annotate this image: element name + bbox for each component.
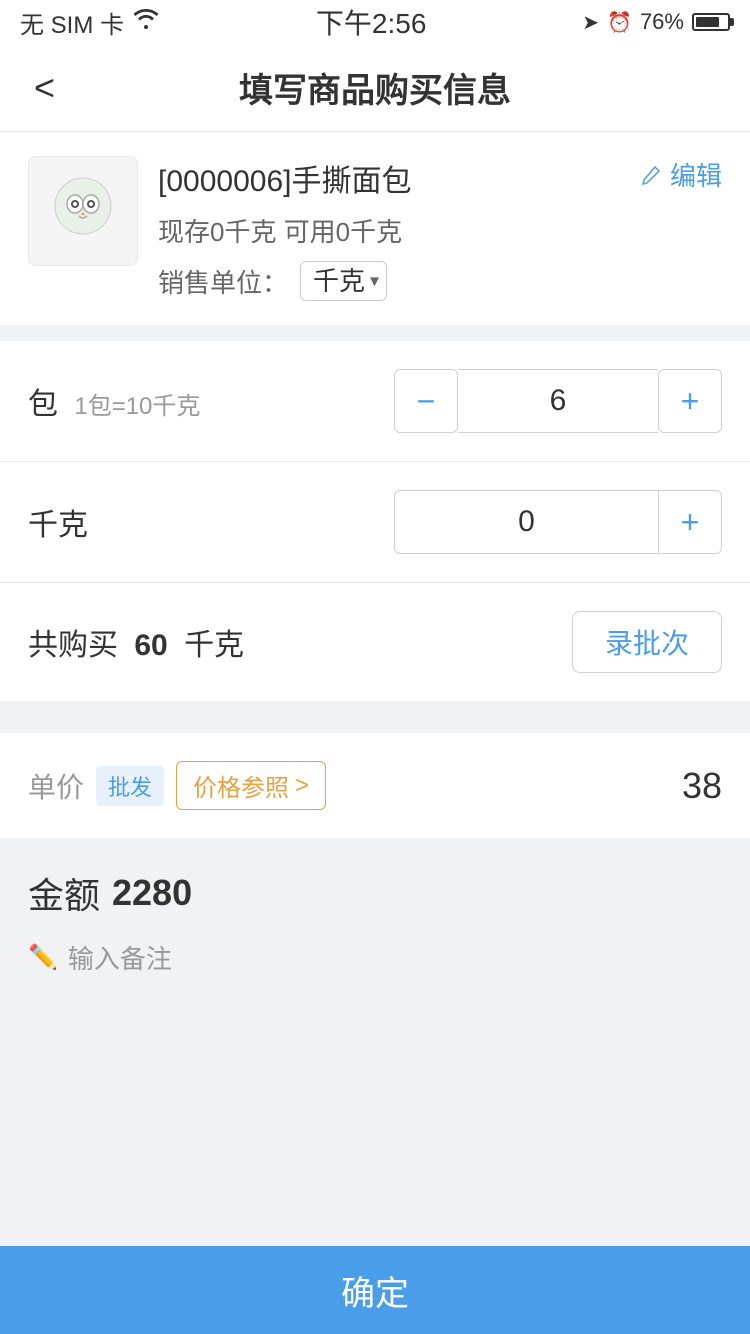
pao-stepper: − + bbox=[394, 369, 722, 433]
kg-stepper: + bbox=[394, 490, 722, 554]
product-thumbnail bbox=[28, 156, 138, 266]
amount-row: 金额 2280 bbox=[28, 867, 722, 919]
confirm-label: 确定 bbox=[341, 1266, 409, 1315]
pao-input[interactable] bbox=[458, 369, 658, 433]
spacer bbox=[0, 988, 750, 1288]
kg-increment-button[interactable]: + bbox=[658, 490, 722, 554]
status-right: ➤ ⏰ 76% bbox=[582, 9, 730, 35]
product-info: [0000006]手撕面包 编辑 现存0千克 可用0千克 销售单位： 千克 包 bbox=[158, 156, 722, 301]
edit-button[interactable]: 编辑 bbox=[640, 156, 722, 193]
pao-increment-button[interactable]: + bbox=[658, 369, 722, 433]
pencil-icon: ✏️ bbox=[28, 943, 58, 972]
product-unit-row: 销售单位： 千克 包 bbox=[158, 261, 722, 301]
alarm-icon: ⏰ bbox=[607, 10, 632, 35]
remark-label: 输入备注 bbox=[68, 939, 172, 976]
amount-section: 金额 2280 ✏️ 输入备注 bbox=[0, 839, 750, 988]
kg-label: 千克 bbox=[28, 500, 394, 544]
price-ref-button[interactable]: 价格参照 > bbox=[176, 761, 326, 810]
product-thumb-icon bbox=[53, 176, 113, 246]
pao-row: 包 1包=10千克 − + bbox=[0, 341, 750, 462]
carrier-label: 无 SIM 卡 bbox=[20, 5, 124, 40]
battery-percent: 76% bbox=[640, 9, 684, 35]
status-time: 下午2:56 bbox=[316, 2, 427, 42]
price-section: 单价 批发 价格参照 > 38 bbox=[0, 733, 750, 839]
unit-select-wrap[interactable]: 千克 包 bbox=[300, 261, 387, 301]
price-label: 单价 bbox=[28, 766, 84, 806]
kg-input[interactable] bbox=[394, 490, 658, 554]
price-value: 38 bbox=[682, 765, 722, 807]
back-button[interactable]: < bbox=[24, 57, 65, 119]
batch-button[interactable]: 录批次 bbox=[572, 611, 722, 673]
total-row: 共购买 60 千克 录批次 bbox=[0, 583, 750, 701]
product-stock: 现存0千克 可用0千克 bbox=[158, 212, 722, 249]
kg-row: 千克 + bbox=[0, 462, 750, 583]
price-badge: 批发 bbox=[96, 766, 164, 806]
status-bar: 无 SIM 卡 下午2:56 ➤ ⏰ 76% bbox=[0, 0, 750, 44]
pao-label: 包 1包=10千克 bbox=[28, 379, 394, 423]
unit-select[interactable]: 千克 包 bbox=[300, 261, 387, 301]
total-label: 共购买 60 千克 bbox=[28, 620, 244, 664]
price-row: 单价 批发 价格参照 > 38 bbox=[0, 733, 750, 839]
divider-1 bbox=[0, 701, 750, 717]
remark-row[interactable]: ✏️ 输入备注 bbox=[28, 939, 722, 976]
pao-decrement-button[interactable]: − bbox=[394, 369, 458, 433]
pao-hint: 1包=10千克 bbox=[74, 393, 200, 420]
confirm-button[interactable]: 确定 bbox=[0, 1246, 750, 1334]
location-icon: ➤ bbox=[582, 10, 599, 35]
nav-bar: < 填写商品购买信息 bbox=[0, 44, 750, 132]
page-title: 填写商品购买信息 bbox=[239, 63, 511, 112]
unit-label: 销售单位： bbox=[158, 263, 288, 300]
product-name: [0000006]手撕面包 bbox=[158, 156, 640, 200]
wifi-icon bbox=[132, 8, 160, 36]
input-section: 包 1包=10千克 − + 千克 + bbox=[0, 341, 750, 583]
amount-label: 金额 bbox=[28, 867, 100, 919]
product-card: [0000006]手撕面包 编辑 现存0千克 可用0千克 销售单位： 千克 包 bbox=[0, 132, 750, 325]
battery-icon bbox=[692, 13, 730, 31]
amount-value: 2280 bbox=[112, 872, 192, 914]
status-left: 无 SIM 卡 bbox=[20, 5, 160, 40]
